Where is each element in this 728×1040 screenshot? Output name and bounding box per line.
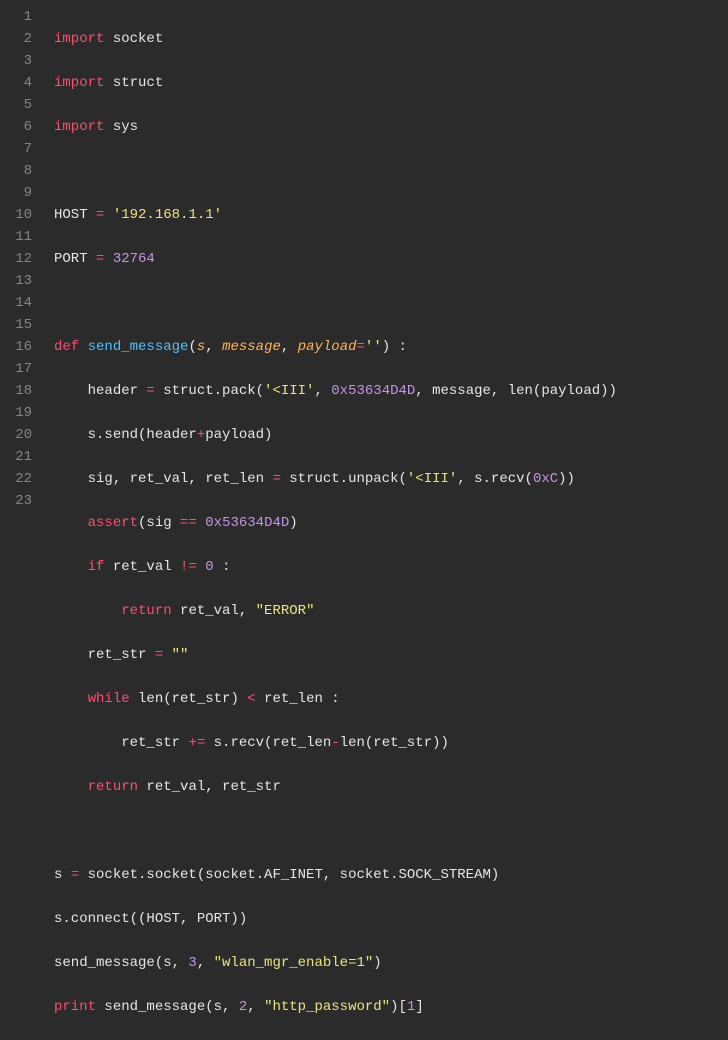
line-number: 12 [0, 248, 32, 270]
line-number: 2 [0, 28, 32, 50]
line-number: 16 [0, 336, 32, 358]
code-line: if ret_val != 0 : [54, 556, 617, 578]
code-line: import socket [54, 28, 617, 50]
line-number: 14 [0, 292, 32, 314]
code-line [54, 292, 617, 314]
line-number: 19 [0, 402, 32, 424]
code-line: s.connect((HOST, PORT)) [54, 908, 617, 930]
line-number: 23 [0, 490, 32, 512]
code-line [54, 820, 617, 842]
code-line: s.send(header+payload) [54, 424, 617, 446]
code-line: import sys [54, 116, 617, 138]
code-line: def send_message(s, message, payload='')… [54, 336, 617, 358]
line-number: 17 [0, 358, 32, 380]
line-number: 4 [0, 72, 32, 94]
line-number: 3 [0, 50, 32, 72]
code-line: import struct [54, 72, 617, 94]
line-number: 18 [0, 380, 32, 402]
line-number: 9 [0, 182, 32, 204]
code-line: ret_str = "" [54, 644, 617, 666]
code-line: ret_str += s.recv(ret_len-len(ret_str)) [54, 732, 617, 754]
line-number: 15 [0, 314, 32, 336]
line-number: 13 [0, 270, 32, 292]
code-line: assert(sig == 0x53634D4D) [54, 512, 617, 534]
code-line: return ret_val, "ERROR" [54, 600, 617, 622]
code-line: PORT = 32764 [54, 248, 617, 270]
line-number: 11 [0, 226, 32, 248]
line-number-gutter: 1 2 3 4 5 6 7 8 9 10 11 12 13 14 15 16 1… [0, 0, 44, 523]
line-number: 6 [0, 116, 32, 138]
line-number: 8 [0, 160, 32, 182]
line-number: 22 [0, 468, 32, 490]
code-line: s = socket.socket(socket.AF_INET, socket… [54, 864, 617, 886]
code-line: header = struct.pack('<III', 0x53634D4D,… [54, 380, 617, 402]
code-line: print send_message(s, 2, "http_password"… [54, 996, 617, 1018]
line-number: 10 [0, 204, 32, 226]
code-editor-content[interactable]: import socket import struct import sys H… [44, 0, 617, 523]
line-number: 1 [0, 6, 32, 28]
code-line: return ret_val, ret_str [54, 776, 617, 798]
code-line: sig, ret_val, ret_len = struct.unpack('<… [54, 468, 617, 490]
code-line: while len(ret_str) < ret_len : [54, 688, 617, 710]
line-number: 7 [0, 138, 32, 160]
code-line [54, 160, 617, 182]
line-number: 20 [0, 424, 32, 446]
code-line: send_message(s, 3, "wlan_mgr_enable=1") [54, 952, 617, 974]
line-number: 5 [0, 94, 32, 116]
code-line: HOST = '192.168.1.1' [54, 204, 617, 226]
line-number: 21 [0, 446, 32, 468]
